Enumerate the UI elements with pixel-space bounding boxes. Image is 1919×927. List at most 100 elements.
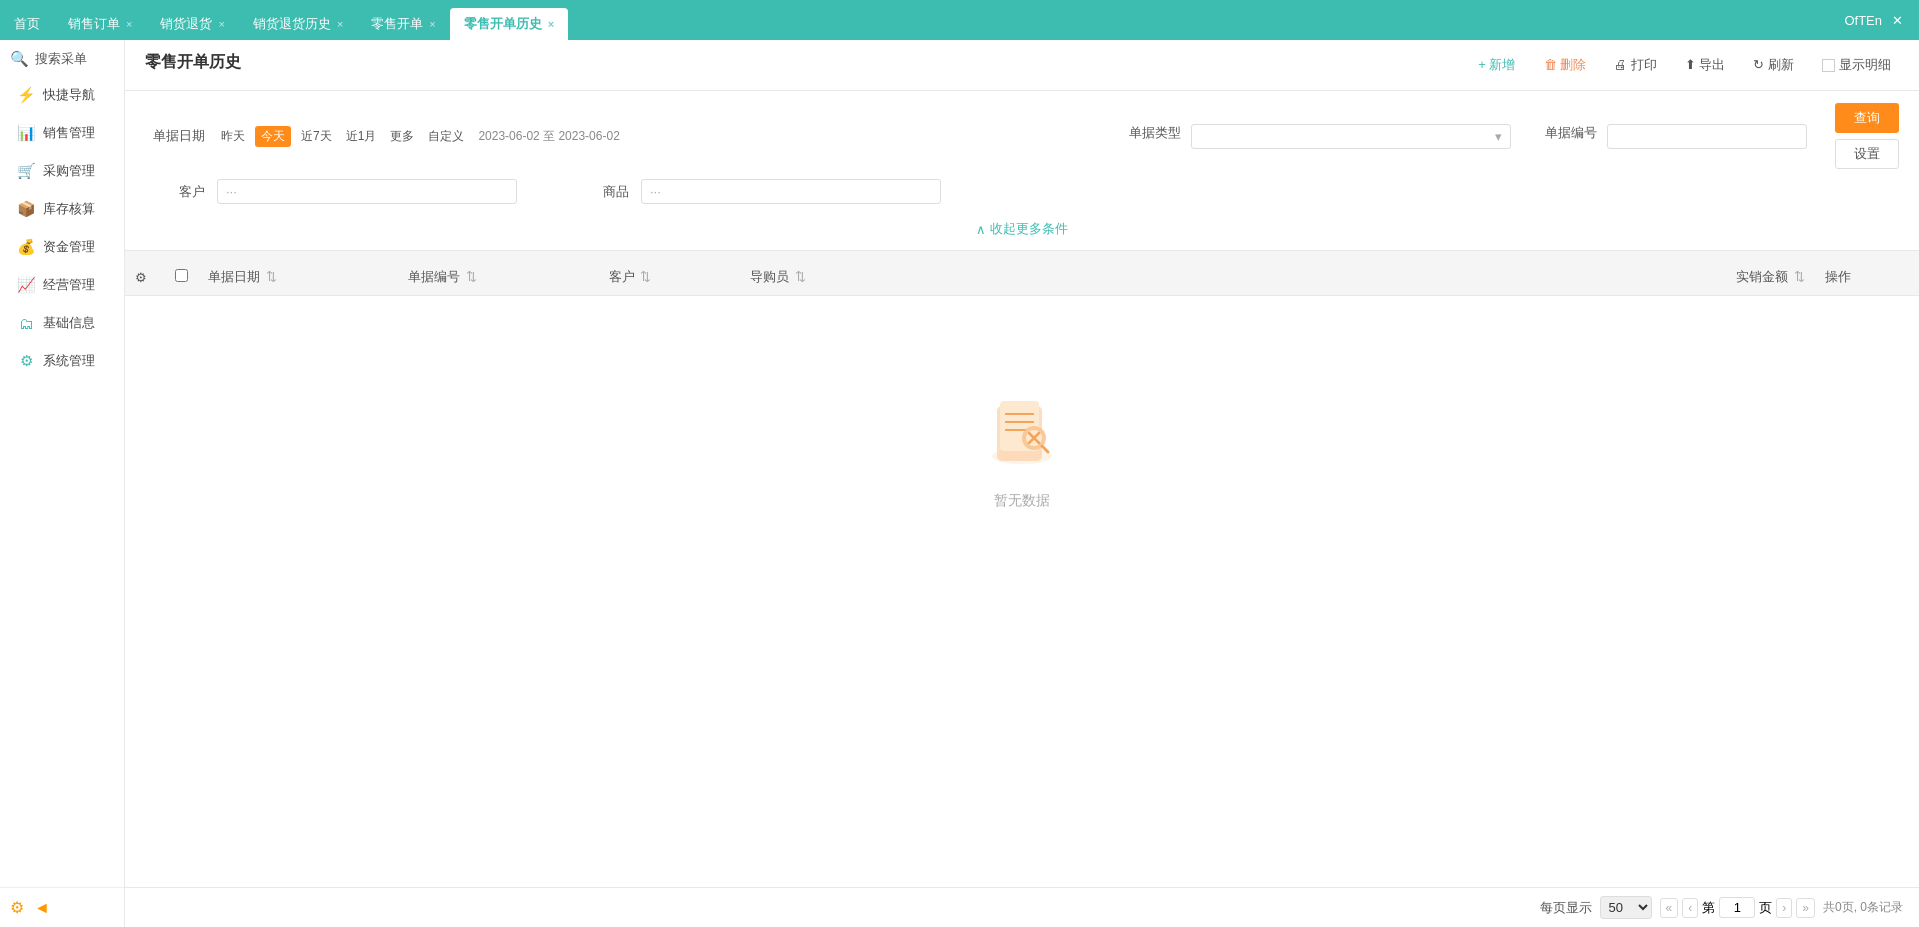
filter-area: 单据日期 昨天 今天 近7天 近1月 更多 自定义 2023-06-02 至 2… [125,91,1919,251]
date-shortcut-1month[interactable]: 近1月 [342,126,381,147]
th-customer[interactable]: 客户 ⇅ [599,259,741,296]
sidebar-item-quick-nav[interactable]: ⚡快捷导航 [0,76,124,114]
tab-close-sales-order[interactable]: × [126,18,132,30]
page-header: 零售开单历史 + 新增 🗑 删除 🖨 打印 ⬆ 导出 ↻ 刷新 显示明细 [125,40,1919,91]
add-button[interactable]: + 新增 [1470,52,1523,78]
sidebar-item-sales-mgmt[interactable]: 📊 销售管理 [0,114,124,152]
date-shortcut-custom[interactable]: 自定义 [424,126,468,147]
sidebar-item-operation[interactable]: 📈 经营管理 [0,266,124,304]
table-header-row: ⚙ 单据日期 ⇅ 单据编号 ⇅ 客户 ⇅ 导购员 ⇅ 实销金额 ⇅ 操作 [125,259,1919,296]
content-area: 零售开单历史 + 新增 🗑 删除 🖨 打印 ⬆ 导出 ↻ 刷新 显示明细 单据日… [125,40,1919,927]
sidebar-item-purchase-mgmt[interactable]: 🛒 采购管理 [0,152,124,190]
sidebar-label-purchase-mgmt: 采购管理 [43,162,95,180]
sidebar-label-inventory: 库存核算 [43,200,95,218]
amount-sort-icon: ⇅ [1794,269,1805,284]
type-filter-select[interactable]: ▾ [1191,124,1511,149]
th-settings[interactable]: ⚙ [125,259,165,296]
tab-close-retail-open[interactable]: × [429,18,435,30]
sidebar-item-inventory[interactable]: 📦 库存核算 [0,190,124,228]
page-title: 零售开单历史 [145,52,241,85]
date-shortcut-yesterday[interactable]: 昨天 [217,126,249,147]
sidebar-icon-finance: 💰 [17,238,35,256]
display-cols-button[interactable]: 显示明细 [1814,52,1899,78]
goods-filter-select[interactable]: ··· [641,179,941,204]
customer-dots[interactable]: ··· [226,184,237,199]
date-filter-label: 单据日期 [145,127,205,145]
sidebar-item-system[interactable]: ⚙系统管理 [0,342,124,380]
customer-filter-select[interactable]: ··· [217,179,517,204]
date-sort-icon: ⇅ [266,269,277,284]
data-table: ⚙ 单据日期 ⇅ 单据编号 ⇅ 客户 ⇅ 导购员 ⇅ 实销金额 ⇅ 操作 [125,259,1919,296]
tab-close-sales-return-history[interactable]: × [337,18,343,30]
sidebar-icon-sales-mgmt: 📊 [17,124,35,142]
page-prev-btn[interactable]: ‹ [1682,898,1698,918]
collapse-label: 收起更多条件 [990,220,1068,238]
sidebar: 🔍 搜索采单 ⚡快捷导航 📊 销售管理 🛒 采购管理 📦 库存核算 💰 资金管理 📈 经营管理 🗂基础… [0,40,125,927]
empty-state: 暂无数据 [125,296,1919,590]
tab-close-sales-return[interactable]: × [218,18,224,30]
page-number-input[interactable] [1719,897,1755,918]
sidebar-label-quick-nav: 快捷导航 [43,86,95,104]
tab-sales-order[interactable]: 销售订单× [54,8,146,40]
query-button[interactable]: 查询 [1835,103,1899,133]
window-close-icon[interactable]: ✕ [1892,13,1903,28]
page-unit: 页 [1759,899,1772,917]
sidebar-settings-icon[interactable]: ⚙ [10,898,24,917]
toolbar: + 新增 🗑 删除 🖨 打印 ⬆ 导出 ↻ 刷新 显示明细 [1470,52,1899,90]
sidebar-label-system: 系统管理 [43,352,95,370]
table-container: ⚙ 单据日期 ⇅ 单据编号 ⇅ 客户 ⇅ 导购员 ⇅ 实销金额 ⇅ 操作 [125,259,1919,887]
th-guide[interactable]: 导购员 ⇅ [740,259,911,296]
th-action: 操作 [1815,259,1919,296]
th-checkbox[interactable] [165,259,198,296]
display-checkbox [1822,59,1835,72]
guide-sort-icon: ⇅ [795,269,806,284]
type-filter-label: 单据类型 [1121,124,1181,142]
sidebar-icon-basic-info: 🗂 [17,315,35,332]
date-shortcut-more[interactable]: 更多 [386,126,418,147]
date-shortcut-7days[interactable]: 近7天 [297,126,336,147]
sidebar-item-finance[interactable]: 💰 资金管理 [0,228,124,266]
settings-button[interactable]: 设置 [1835,139,1899,169]
delete-button[interactable]: 🗑 删除 [1536,52,1595,78]
tab-sales-return[interactable]: 销货退货× [146,8,238,40]
th-date[interactable]: 单据日期 ⇅ [198,259,398,296]
sidebar-bottom: ⚙ ◄ [0,887,124,927]
print-button[interactable]: 🖨 打印 [1606,52,1665,78]
sidebar-search[interactable]: 🔍 搜索采单 [0,40,124,76]
query-set-group: 查询 设置 [1835,103,1899,169]
th-amount[interactable]: 实销金额 ⇅ [911,259,1815,296]
tab-sales-return-history[interactable]: 销货退货历史× [239,8,357,40]
sidebar-collapse-icon[interactable]: ◄ [34,899,50,917]
page-last-btn[interactable]: » [1796,898,1815,918]
select-all-checkbox[interactable] [175,269,188,282]
tab-list: 首页销售订单×销货退货×销货退货历史×零售开单×零售开单历史× [0,0,1844,40]
page-word: 第 [1702,899,1715,917]
sidebar-item-basic-info[interactable]: 🗂基础信息 [0,304,124,342]
goods-dots[interactable]: ··· [650,184,661,199]
date-shortcut-today[interactable]: 今天 [255,126,291,147]
th-order-no[interactable]: 单据编号 ⇅ [398,259,598,296]
sidebar-icon-purchase-mgmt: 🛒 [17,162,35,180]
tab-home[interactable]: 首页 [0,8,54,40]
sidebar-icon-operation: 📈 [17,276,35,294]
collapse-bar[interactable]: ∧ 收起更多条件 [145,214,1899,238]
top-bar-right: OfTEn ✕ [1844,13,1919,28]
page-first-btn[interactable]: « [1660,898,1679,918]
page-size-select[interactable]: 50 10 20 100 [1600,896,1652,919]
export-button[interactable]: ⬆ 导出 [1677,52,1734,78]
pagination-bar: 每页显示 50 10 20 100 « ‹ 第 页 › » 共0页, 0条记录 [125,887,1919,927]
tab-retail-open-history[interactable]: 零售开单历史× [450,8,568,40]
order-no-input[interactable] [1607,124,1807,149]
order-no-label: 单据编号 [1537,124,1597,142]
tab-retail-open[interactable]: 零售开单× [357,8,449,40]
sidebar-label-sales-mgmt: 销售管理 [43,124,95,142]
refresh-button[interactable]: ↻ 刷新 [1745,52,1802,78]
tab-close-retail-open-history[interactable]: × [548,18,554,30]
page-next-btn[interactable]: › [1776,898,1792,918]
page-total-text: 共0页, 0条记录 [1823,899,1903,916]
sidebar-icon-inventory: 📦 [17,200,35,218]
top-bar: 首页销售订单×销货退货×销货退货历史×零售开单×零售开单历史× OfTEn ✕ [0,0,1919,40]
brand-label: OfTEn [1844,13,1882,28]
sidebar-label-operation: 经营管理 [43,276,95,294]
sidebar-label-finance: 资金管理 [43,238,95,256]
